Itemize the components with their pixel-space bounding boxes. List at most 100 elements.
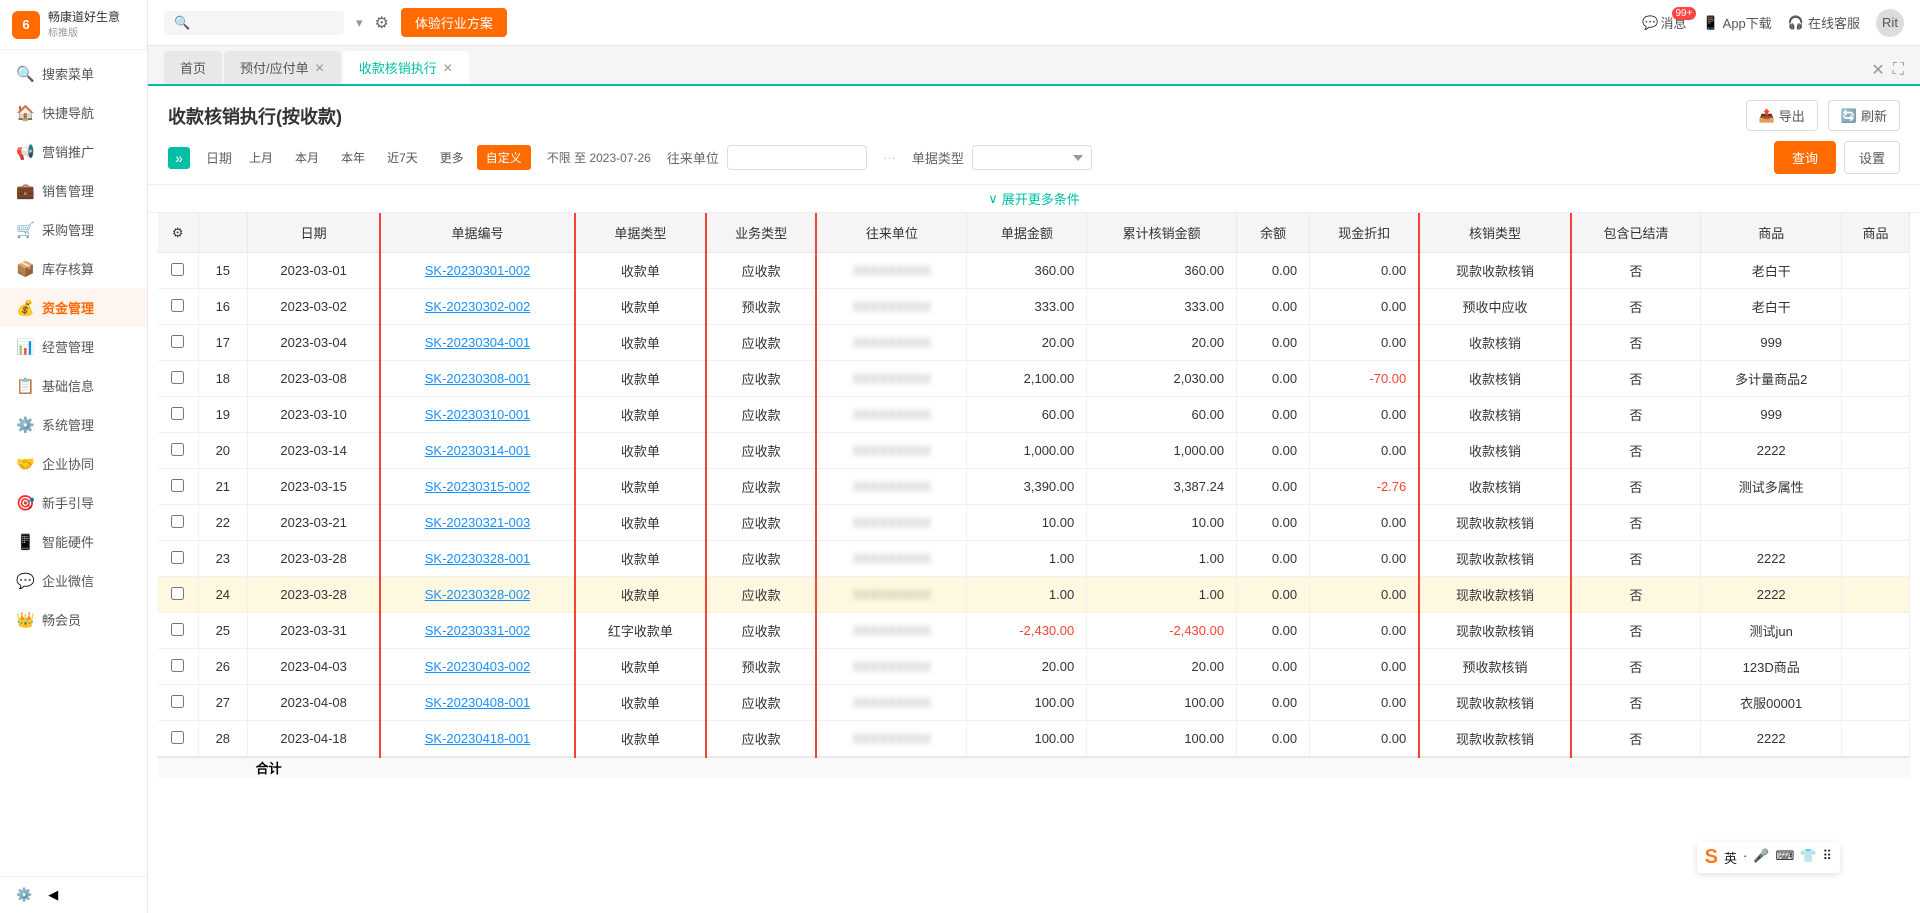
col-bill-amount[interactable]: 单据金额 <box>967 213 1087 253</box>
row-checkbox[interactable] <box>171 479 184 492</box>
cell-checkbox[interactable] <box>158 253 198 289</box>
bill-no-link[interactable]: SK-20230418-001 <box>425 731 531 746</box>
sidebar-item-finance[interactable]: 💰资金管理 <box>0 288 147 327</box>
row-checkbox[interactable] <box>171 551 184 564</box>
sidebar-item-purchase[interactable]: 🛒采购管理 <box>0 210 147 249</box>
col-goods1[interactable]: 商品 <box>1701 213 1842 253</box>
date-btn-custom[interactable]: 自定义 <box>477 145 531 170</box>
cell-checkbox[interactable] <box>158 505 198 541</box>
table-container[interactable]: ⚙ 日期 单据编号 单据类型 业务类型 往来单位 单据金额 累计核销金额 余额 … <box>148 213 1920 913</box>
row-checkbox[interactable] <box>171 587 184 600</box>
bill-no-link[interactable]: SK-20230314-001 <box>425 443 531 458</box>
date-btn-this-month[interactable]: 本月 <box>286 145 328 170</box>
date-btn-last-month[interactable]: 上月 <box>240 145 282 170</box>
sidebar-item-corp-coop[interactable]: 🤝企业协同 <box>0 444 147 483</box>
user-avatar[interactable]: Rit <box>1876 9 1904 37</box>
col-bill-no[interactable]: 单据编号 <box>380 213 575 253</box>
bill-no-link[interactable]: SK-20230304-001 <box>425 335 531 350</box>
col-cash-discount[interactable]: 现金折扣 <box>1310 213 1420 253</box>
tab-payment-close[interactable]: ✕ <box>443 61 453 75</box>
sidebar-item-operations[interactable]: 📊经营管理 <box>0 327 147 366</box>
sidebar-item-sales[interactable]: 💼销售管理 <box>0 171 147 210</box>
row-checkbox[interactable] <box>171 623 184 636</box>
cell-checkbox[interactable] <box>158 433 198 469</box>
tab-prepay-close[interactable]: ✕ <box>315 61 325 75</box>
bill-no-link[interactable]: SK-20230310-001 <box>425 407 531 422</box>
col-date[interactable]: 日期 <box>248 213 380 253</box>
cell-checkbox[interactable] <box>158 649 198 685</box>
col-biz-type[interactable]: 业务类型 <box>706 213 816 253</box>
bill-no-link[interactable]: SK-20230315-002 <box>425 479 531 494</box>
refresh-button[interactable]: 🔄 刷新 <box>1828 100 1900 131</box>
row-checkbox[interactable] <box>171 659 184 672</box>
row-checkbox[interactable] <box>171 407 184 420</box>
tab-prepay-payable[interactable]: 预付/应付单 ✕ <box>224 51 341 84</box>
cell-checkbox[interactable] <box>158 397 198 433</box>
close-window-icon[interactable]: ✕ <box>1871 60 1884 80</box>
cell-checkbox[interactable] <box>158 613 198 649</box>
row-checkbox[interactable] <box>171 515 184 528</box>
export-button[interactable]: 📤 导出 <box>1746 100 1818 131</box>
more-conditions-bar[interactable]: ∨ 展开更多条件 <box>148 185 1920 213</box>
settings-gear-icon[interactable]: ⚙ <box>375 13 389 33</box>
cell-checkbox[interactable] <box>158 541 198 577</box>
collapse-icon[interactable]: ◀ <box>48 887 58 903</box>
cell-checkbox[interactable] <box>158 325 198 361</box>
bill-no-link[interactable]: SK-20230408-001 <box>425 695 531 710</box>
sidebar-item-base-info[interactable]: 📋基础信息 <box>0 366 147 405</box>
col-cum-cancel[interactable]: 累计核销金额 <box>1087 213 1237 253</box>
sidebar-item-beginner[interactable]: 🎯新手引导 <box>0 483 147 522</box>
sidebar-item-inventory[interactable]: 📦库存核算 <box>0 249 147 288</box>
sidebar-item-wechat-corp[interactable]: 💬企业微信 <box>0 561 147 600</box>
app-download[interactable]: 📱 App下载 <box>1702 13 1771 32</box>
notification-area[interactable]: 💬 消息 99+ <box>1642 13 1686 32</box>
sidebar-item-quick-nav[interactable]: 🏠快捷导航 <box>0 93 147 132</box>
col-balance[interactable]: 余额 <box>1237 213 1310 253</box>
industry-solution-button[interactable]: 体验行业方案 <box>401 8 507 37</box>
tab-home[interactable]: 首页 <box>164 51 222 84</box>
settings-icon[interactable]: ⚙️ <box>16 887 32 903</box>
setting-button[interactable]: 设置 <box>1844 141 1900 174</box>
bill-no-link[interactable]: SK-20230328-002 <box>425 587 531 602</box>
row-checkbox[interactable] <box>171 371 184 384</box>
sidebar-bottom[interactable]: ⚙️ ◀ <box>0 876 147 913</box>
bill-no-link[interactable]: SK-20230331-002 <box>425 623 531 638</box>
bill-no-link[interactable]: SK-20230403-002 <box>425 659 531 674</box>
bill-no-link[interactable]: SK-20230308-001 <box>425 371 531 386</box>
row-checkbox[interactable] <box>171 443 184 456</box>
cell-checkbox[interactable] <box>158 685 198 721</box>
bill-no-link[interactable]: SK-20230301-002 <box>425 263 531 278</box>
col-gear[interactable]: ⚙ <box>158 213 198 253</box>
row-checkbox[interactable] <box>171 335 184 348</box>
filter-expand-button[interactable]: » <box>168 147 190 169</box>
col-partner[interactable]: 往来单位 <box>816 213 967 253</box>
col-incl-settled[interactable]: 包含已结清 <box>1571 213 1701 253</box>
col-cancel-type[interactable]: 核销类型 <box>1419 213 1570 253</box>
online-service[interactable]: 🎧 在线客服 <box>1788 13 1860 32</box>
col-goods2[interactable]: 商品 <box>1842 213 1910 253</box>
sidebar-item-marketing[interactable]: 📢营销推广 <box>0 132 147 171</box>
row-checkbox[interactable] <box>171 731 184 744</box>
bill-no-link[interactable]: SK-20230321-003 <box>425 515 531 530</box>
tab-payment-exec[interactable]: 收款核销执行 ✕ <box>343 51 469 84</box>
bill-type-select[interactable] <box>972 145 1092 170</box>
sidebar-item-sys-mgmt[interactable]: ⚙️系统管理 <box>0 405 147 444</box>
sidebar-item-search-menu[interactable]: 🔍搜索菜单 <box>0 54 147 93</box>
date-btn-7days[interactable]: 近7天 <box>378 145 427 170</box>
date-btn-more[interactable]: 更多 <box>431 145 473 170</box>
cell-checkbox[interactable] <box>158 469 198 505</box>
cell-checkbox[interactable] <box>158 577 198 613</box>
col-bill-type[interactable]: 单据类型 <box>575 213 706 253</box>
row-checkbox[interactable] <box>171 299 184 312</box>
cell-checkbox[interactable] <box>158 289 198 325</box>
cell-checkbox[interactable] <box>158 721 198 758</box>
cell-checkbox[interactable] <box>158 361 198 397</box>
fullscreen-icon[interactable]: ⛶ <box>1893 61 1904 79</box>
query-button[interactable]: 查询 <box>1774 141 1836 174</box>
row-checkbox[interactable] <box>171 695 184 708</box>
bill-no-link[interactable]: SK-20230302-002 <box>425 299 531 314</box>
row-checkbox[interactable] <box>171 263 184 276</box>
sidebar-item-smart-hw[interactable]: 📱智能硬件 <box>0 522 147 561</box>
bill-no-link[interactable]: SK-20230328-001 <box>425 551 531 566</box>
topbar-dropdown-arrow[interactable]: ▾ <box>356 15 363 31</box>
